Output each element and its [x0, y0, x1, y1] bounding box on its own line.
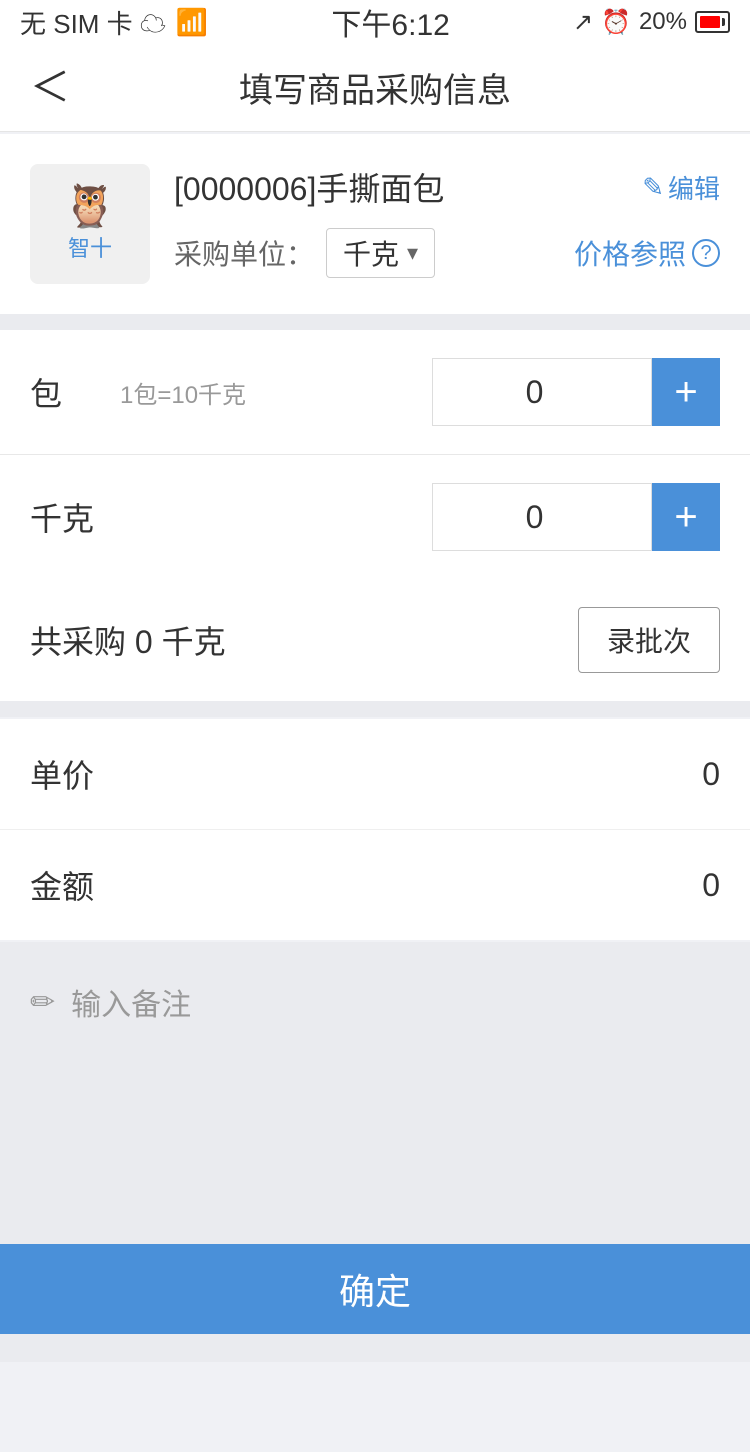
edit-label: 编辑 — [668, 169, 720, 206]
kg-plus-button[interactable]: + — [652, 483, 720, 551]
status-left: 无 SIM 卡 ☁ 📶 — [20, 4, 208, 41]
confirm-button[interactable]: 确定 — [0, 1244, 750, 1334]
battery-percent: 20% — [639, 8, 687, 36]
owl-icon: 🦉 — [64, 185, 116, 227]
status-time: 下午6:12 — [331, 0, 449, 44]
unit-price-row: 单价 0 — [0, 719, 750, 830]
bag-input[interactable] — [432, 358, 652, 426]
pencil-icon: ✏ — [30, 985, 55, 1020]
unit-label: 采购单位： — [174, 233, 314, 273]
batch-button[interactable]: 录批次 — [578, 607, 720, 673]
status-bar: 无 SIM 卡 ☁ 📶 下午6:12 ↗ ⏰ 20% — [0, 0, 750, 44]
product-section: 🦉 智十 [0000006]手撕面包 ✎ 编辑 采购单位： 千克 ▾ — [0, 134, 750, 314]
purchase-unit-row: 采购单位： 千克 ▾ 价格参照 ? — [174, 228, 720, 278]
alarm-icon: ⏰ — [601, 8, 631, 37]
summary-row: 共采购 0 千克 录批次 — [0, 579, 750, 701]
kg-input-row: 千克 + — [0, 455, 750, 579]
unit-price-label: 单价 — [30, 751, 94, 797]
kg-label: 千克 — [30, 494, 110, 540]
bag-input-row: 包 1包=10千克 + — [0, 330, 750, 455]
unit-selector[interactable]: 千克 ▾ — [326, 228, 435, 278]
help-icon: ? — [692, 239, 720, 267]
battery-icon — [695, 11, 730, 33]
kg-input[interactable] — [432, 483, 652, 551]
nav-bar: ＜ 填写商品采购信息 — [0, 44, 750, 132]
status-right: ↗ ⏰ 20% — [573, 8, 730, 37]
notes-placeholder: 输入备注 — [71, 980, 191, 1024]
divider-2 — [0, 701, 750, 717]
price-ref-label: 价格参照 — [574, 233, 686, 273]
wifi-icon: 📶 — [176, 7, 208, 38]
product-info: [0000006]手撕面包 ✎ 编辑 采购单位： 千克 ▾ 价格参照 ? — [174, 164, 720, 278]
product-full-name: [0000006]手撕面包 — [174, 164, 444, 210]
price-ref-button[interactable]: 价格参照 ? — [574, 233, 720, 273]
bag-input-wrap: + — [432, 358, 720, 426]
divider-1 — [0, 314, 750, 330]
amount-label: 金额 — [30, 862, 94, 908]
amount-row: 金额 0 — [0, 830, 750, 940]
summary-text: 共采购 0 千克 — [30, 617, 226, 663]
kg-input-wrap: + — [432, 483, 720, 551]
product-image: 🦉 智十 — [30, 164, 150, 284]
unit-arrow: ▾ — [407, 240, 418, 266]
edit-icon: ✎ — [642, 172, 664, 203]
bag-plus-button[interactable]: + — [652, 358, 720, 426]
page-title: 填写商品采购信息 — [90, 63, 660, 112]
sim-status: 无 SIM 卡 ☁ — [20, 4, 166, 41]
unit-value: 千克 — [343, 233, 399, 273]
bag-label: 包 — [30, 369, 110, 415]
bag-hint: 1包=10千克 — [120, 375, 432, 410]
edit-button[interactable]: ✎ 编辑 — [642, 169, 720, 206]
product-name-row: [0000006]手撕面包 ✎ 编辑 — [174, 164, 720, 210]
unit-left: 采购单位： 千克 ▾ — [174, 228, 435, 278]
notes-section[interactable]: ✏ 输入备注 — [0, 942, 750, 1062]
input-section: 包 1包=10千克 + 千克 + — [0, 330, 750, 579]
amount-value: 0 — [702, 867, 720, 904]
price-section: 单价 0 金额 0 — [0, 719, 750, 940]
location-icon: ↗ — [573, 8, 593, 37]
back-button[interactable]: ＜ — [30, 68, 70, 108]
logo-text: 智十 — [68, 231, 112, 263]
unit-price-value: 0 — [702, 756, 720, 793]
